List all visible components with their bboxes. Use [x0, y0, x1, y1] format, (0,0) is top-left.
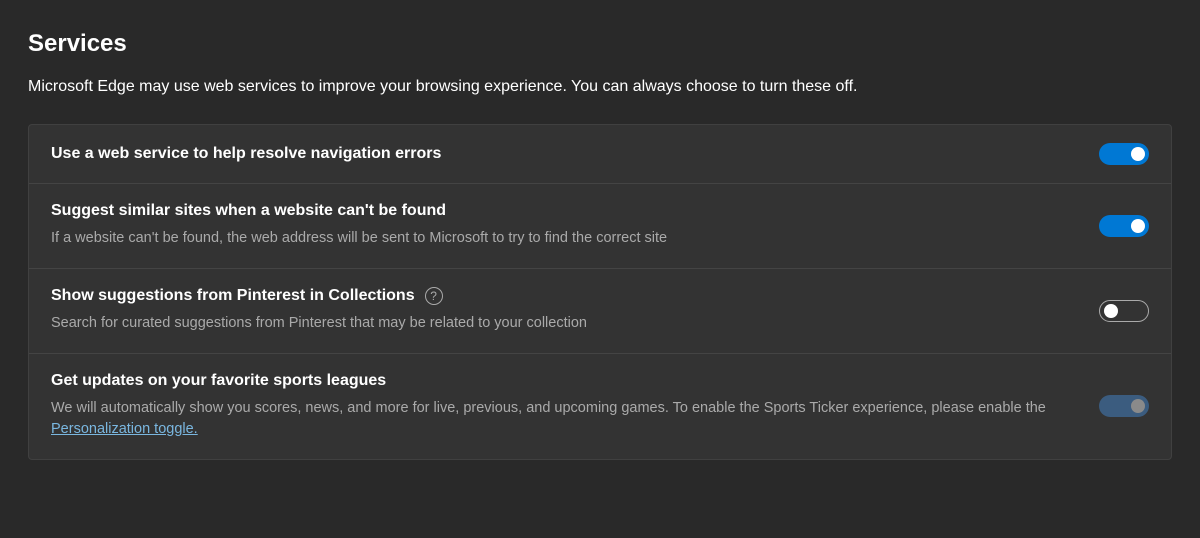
setting-title: Show suggestions from Pinterest in Colle…	[51, 287, 1079, 305]
setting-row-similar-sites: Suggest similar sites when a website can…	[29, 184, 1171, 269]
page-description: Microsoft Edge may use web services to i…	[28, 78, 1172, 96]
setting-row-pinterest: Show suggestions from Pinterest in Colle…	[29, 269, 1171, 354]
toggle-knob	[1131, 219, 1145, 233]
setting-text: Suggest similar sites when a website can…	[51, 202, 1099, 250]
setting-subtitle: If a website can't be found, the web add…	[51, 228, 1079, 250]
setting-subtitle: We will automatically show you scores, n…	[51, 398, 1079, 442]
toggle-pinterest[interactable]	[1099, 300, 1149, 322]
setting-text: Get updates on your favorite sports leag…	[51, 372, 1099, 442]
help-icon[interactable]: ?	[425, 287, 443, 305]
toggle-similar-sites[interactable]	[1099, 215, 1149, 237]
setting-title-text: Show suggestions from Pinterest in Colle…	[51, 287, 415, 305]
setting-title: Suggest similar sites when a website can…	[51, 202, 1079, 220]
setting-title: Get updates on your favorite sports leag…	[51, 372, 1079, 390]
setting-text: Use a web service to help resolve naviga…	[51, 145, 1099, 163]
setting-row-sports: Get updates on your favorite sports leag…	[29, 354, 1171, 460]
toggle-knob	[1104, 304, 1118, 318]
setting-subtitle: Search for curated suggestions from Pint…	[51, 313, 1079, 335]
page-title: Services	[28, 30, 1172, 58]
setting-row-nav-errors: Use a web service to help resolve naviga…	[29, 125, 1171, 184]
toggle-knob	[1131, 147, 1145, 161]
setting-text: Show suggestions from Pinterest in Colle…	[51, 287, 1099, 335]
toggle-nav-errors[interactable]	[1099, 143, 1149, 165]
setting-title: Use a web service to help resolve naviga…	[51, 145, 1079, 163]
toggle-knob	[1131, 399, 1145, 413]
services-settings-list: Use a web service to help resolve naviga…	[28, 124, 1172, 460]
setting-subtitle-text: We will automatically show you scores, n…	[51, 400, 1046, 416]
personalization-link[interactable]: Personalization toggle.	[51, 421, 198, 437]
toggle-sports[interactable]	[1099, 395, 1149, 417]
